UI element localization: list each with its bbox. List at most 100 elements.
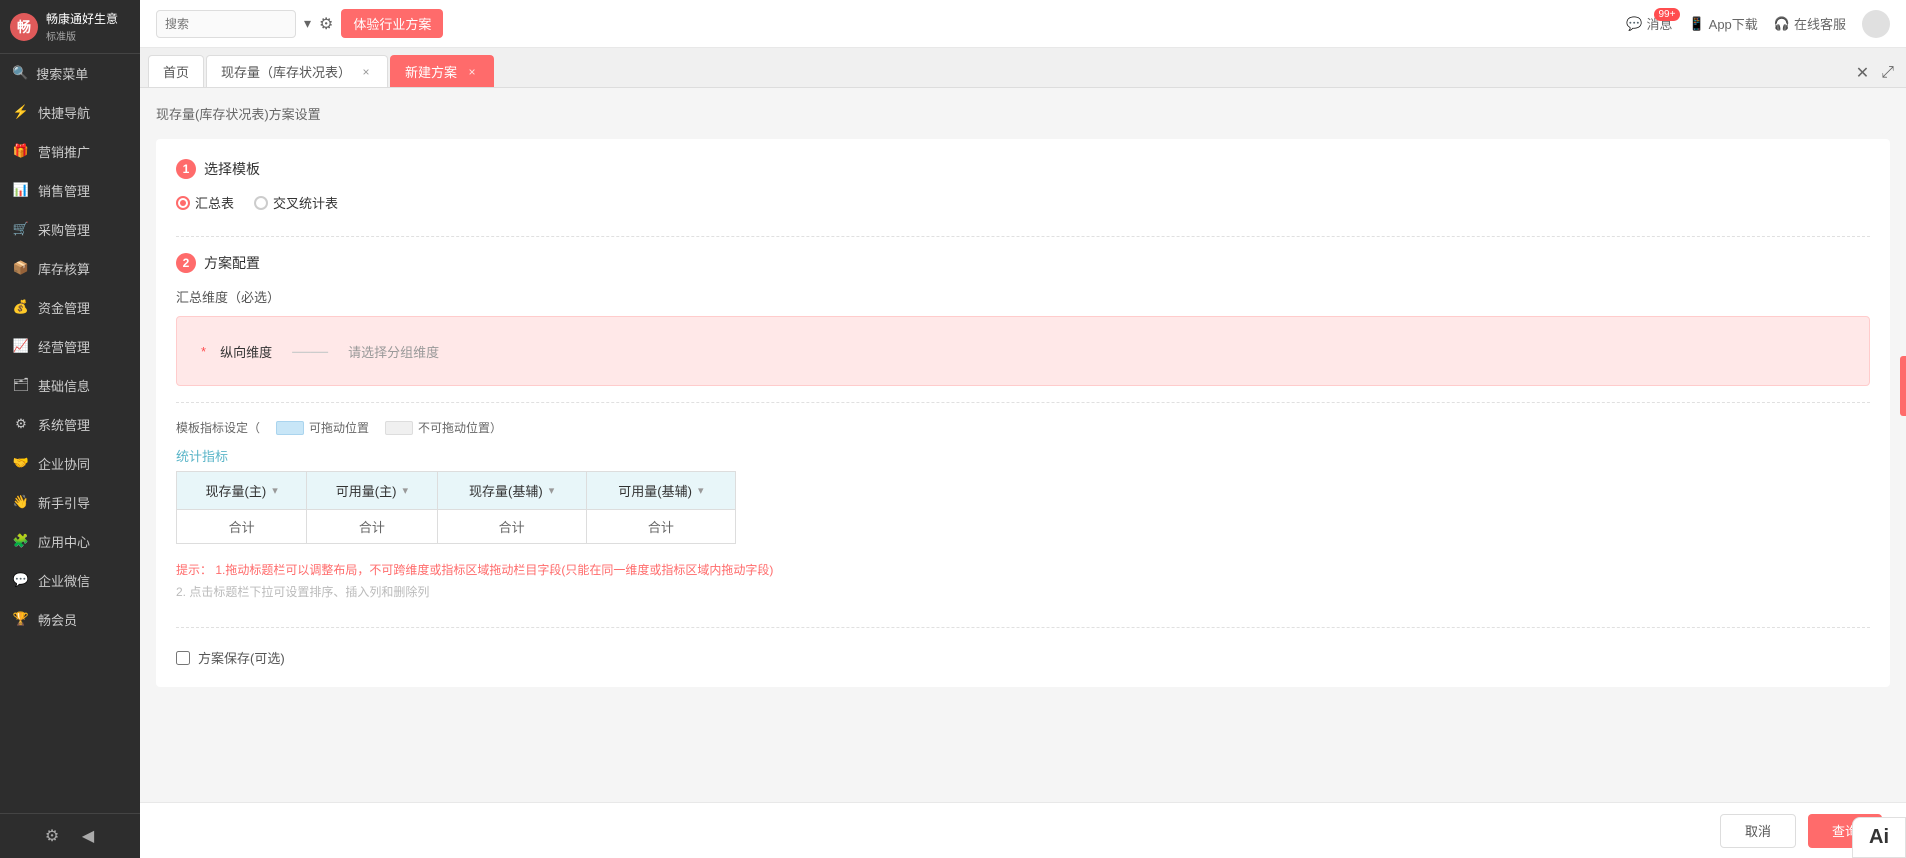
sidebar-item-newbie[interactable]: 👋 新手引导 [0,483,140,522]
save-row: 方案保存(可选) [176,648,1870,667]
sidebar-bottom: ⚙ ◀ [0,813,140,858]
col-header-4[interactable]: 可用量(基辅) ▾ [586,472,735,510]
col3-chevron[interactable]: ▾ [549,484,555,497]
basics-icon: 🗂 [12,376,30,394]
topbar-right: 💬 消息 99+ 📱 App下载 🎧 在线客服 [1626,10,1890,38]
col-header-2[interactable]: 可用量(主) ▾ [307,472,437,510]
settings-card: 1 选择模板 汇总表 交叉统计表 [156,139,1890,687]
sidebar-item-marketing[interactable]: 🎁 营销推广 [0,132,140,171]
tabbar: 首页 现存量（库存状况表） × 新建方案 × ✕ ⤢ [140,48,1906,88]
sidebar-item-appcenter[interactable]: 🧩 应用中心 [0,522,140,561]
dim-separator: —— [292,341,328,362]
topbar-message[interactable]: 💬 消息 99+ [1626,14,1672,33]
tab-home[interactable]: 首页 [148,55,204,87]
sidebar-nav: ⚡ 快捷导航 🎁 营销推广 📊 销售管理 🛒 采购管理 📦 库存核算 💰 资金管… [0,93,140,813]
step1-header: 1 选择模板 [176,159,1870,179]
sidebar-item-finance[interactable]: 💰 资金管理 [0,288,140,327]
topbar-gear-icon[interactable]: ⚙ [319,14,333,34]
system-icon: ⚙ [12,415,30,433]
stats-label: 统计指标 [176,446,1870,465]
sidebar-item-basics[interactable]: 🗂 基础信息 [0,366,140,405]
sidebar-item-sales[interactable]: 📊 销售管理 [0,171,140,210]
cell-4: 合计 [586,510,735,544]
footer-bar: 取消 查询 [140,802,1906,858]
col-header-1[interactable]: 现存量(主) ▾ [177,472,307,510]
topbar-online-service[interactable]: 🎧 在线客服 [1774,14,1846,33]
save-label: 方案保存(可选) [198,648,285,667]
page-title: 现存量(库存状况表)方案设置 [156,104,1890,123]
sidebar-item-quicknav[interactable]: ⚡ 快捷导航 [0,93,140,132]
trial-btn[interactable]: 体验行业方案 [341,9,443,38]
tab-inventory-close[interactable]: × [359,65,373,79]
step2-num: 2 [176,253,196,273]
tab-new-scheme[interactable]: 新建方案 × [390,55,494,87]
topbar-app-download[interactable]: 📱 App下载 [1688,14,1757,33]
legend-fixed-label: 不可拖动位置） [418,419,502,436]
save-checkbox[interactable] [176,651,190,665]
sales-icon: 📊 [12,181,30,199]
tab-inventory[interactable]: 现存量（库存状况表） × [206,55,388,87]
window-close-btn[interactable]: ✕ [1852,59,1873,87]
cancel-button[interactable]: 取消 [1720,814,1796,848]
step2-section: 2 方案配置 汇总维度（必选） * 纵向维度 —— 请选择分组维度 模板指标设定… [176,253,1870,603]
operations-icon: 📈 [12,337,30,355]
sidebar-item-purchase[interactable]: 🛒 采购管理 [0,210,140,249]
col-header-3[interactable]: 现存量(基辅) ▾ [437,472,586,510]
window-expand-btn[interactable]: ⤢ [1877,60,1898,86]
col1-chevron[interactable]: ▾ [272,484,278,497]
search-icon: 🔍 [12,65,28,81]
appcenter-icon: 🧩 [12,532,30,550]
stats-table: 现存量(主) ▾ 可用量(主) ▾ [176,471,736,544]
finance-icon: 💰 [12,298,30,316]
col2-chevron[interactable]: ▾ [402,484,408,497]
vertical-dim-label: 纵向维度 [220,342,272,361]
sidebar-item-member[interactable]: 🏆 畅会员 [0,600,140,639]
dimension-box[interactable]: * 纵向维度 —— 请选择分组维度 [176,316,1870,386]
radio-summary[interactable]: 汇总表 [176,193,234,212]
dim-placeholder: 请选择分组维度 [348,342,439,361]
newbie-icon: 👋 [12,493,30,511]
divider3 [176,627,1870,628]
logo-text: 畅康通好生意 标准版 [46,12,118,43]
sidebar-item-weixin[interactable]: 💬 企业微信 [0,561,140,600]
tips-section: 提示： 1.拖动标题栏可以调整布局，不可跨维度或指标区域拖动栏目字段(只能在同一… [176,560,1870,603]
service-icon: 🎧 [1774,16,1790,32]
sidebar-collapse-btn[interactable]: ◀ [74,822,102,850]
right-panel-handle[interactable] [1900,356,1906,416]
tip-2: 2. 点击标题栏下拉可设置排序、插入列和删除列 [176,582,1870,604]
topbar-search-input[interactable] [156,10,296,38]
sidebar-item-operations[interactable]: 📈 经营管理 [0,327,140,366]
quicknav-icon: ⚡ [12,103,30,121]
template-radio-group: 汇总表 交叉统计表 [176,193,1870,212]
divider1 [176,236,1870,237]
message-badge: 99+ [1654,8,1681,21]
legend-fixed-item: 不可拖动位置） [385,419,502,436]
table-row: 合计 合计 合计 合计 [177,510,736,544]
legend-draggable-label: 可拖动位置 [309,419,369,436]
radio-summary-dot [180,200,186,206]
ai-badge[interactable]: Ai [1852,817,1906,858]
tab-new-scheme-close[interactable]: × [465,65,479,79]
step1-section: 1 选择模板 汇总表 交叉统计表 [176,159,1870,212]
sidebar-logo: 畅 畅康通好生意 标准版 [0,0,140,54]
step2-header: 2 方案配置 [176,253,1870,273]
tip-1: 1.拖动标题栏可以调整布局，不可跨维度或指标区域拖动栏目字段(只能在同一维度或指… [215,563,773,577]
divider2 [176,402,1870,403]
cell-2: 合计 [307,510,437,544]
sidebar-item-collab[interactable]: 🤝 企业协同 [0,444,140,483]
user-avatar[interactable] [1862,10,1890,38]
step1-title: 选择模板 [204,159,260,179]
app-icon: 📱 [1688,16,1704,32]
summary-dim-label: 汇总维度（必选） [176,287,1870,306]
sidebar-item-inventory[interactable]: 📦 库存核算 [0,249,140,288]
cell-3: 合计 [437,510,586,544]
sidebar-item-system[interactable]: ⚙ 系统管理 [0,405,140,444]
topbar-dropdown-btn[interactable]: ▾ [304,15,311,32]
radio-cross[interactable]: 交叉统计表 [254,193,338,212]
col4-chevron[interactable]: ▾ [698,484,704,497]
sidebar-search[interactable]: 🔍 搜索菜单 [0,54,140,93]
step2-title: 方案配置 [204,253,260,273]
inventory-icon: 📦 [12,259,30,277]
sidebar-settings-btn[interactable]: ⚙ [38,822,66,850]
radio-summary-circle [176,196,190,210]
